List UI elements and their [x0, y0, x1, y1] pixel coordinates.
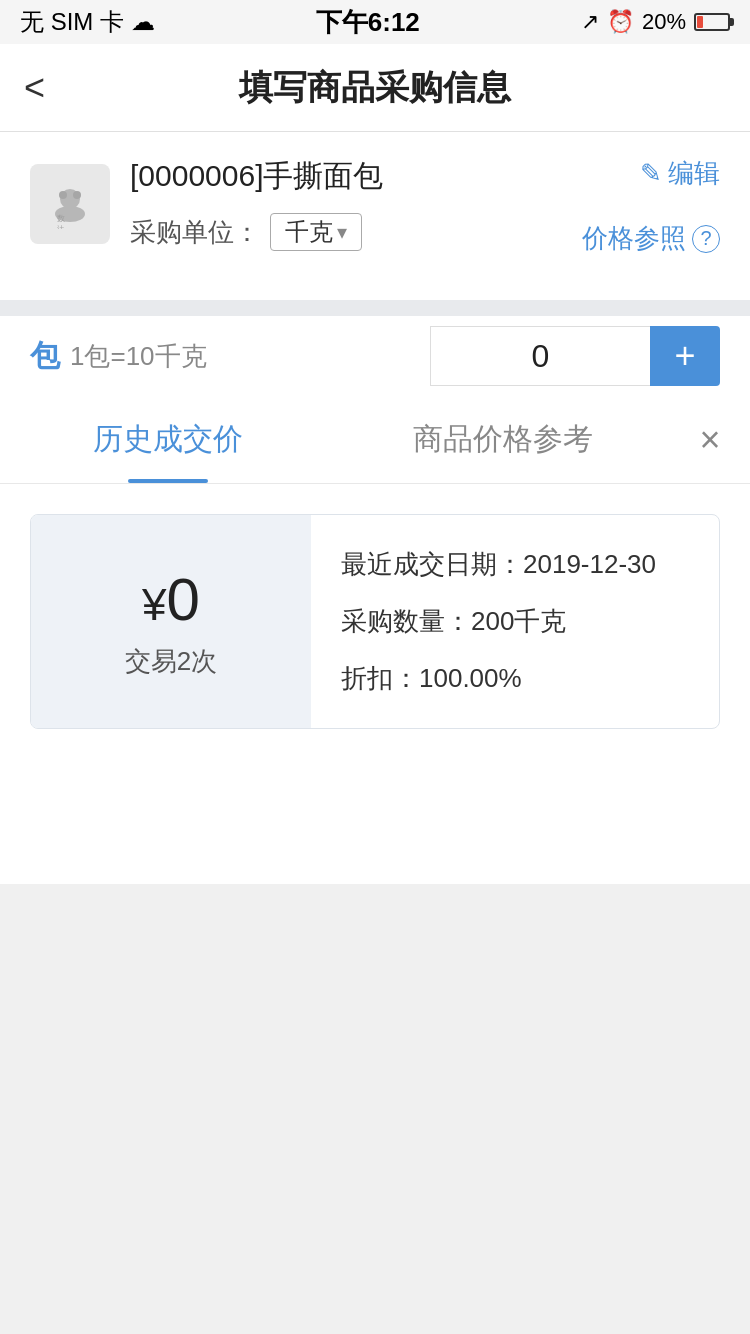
product-card: 数 计 [0000006]手撕面包 采购单位： 千克 ▾ ✎ 编辑: [0, 132, 750, 300]
product-top: 数 计 [0000006]手撕面包 采购单位： 千克 ▾ ✎ 编辑: [30, 156, 720, 256]
quantity-row: 包 1包=10千克 0 +: [0, 316, 750, 396]
last-date-row: 最近成交日期：2019-12-30: [341, 545, 689, 584]
page-title: 填写商品采购信息: [239, 65, 511, 111]
svg-text:数: 数: [57, 214, 65, 223]
edit-label: 编辑: [668, 156, 720, 191]
status-left: 无 SIM 卡 ☁: [20, 6, 155, 38]
discount-label: 折扣：: [341, 663, 419, 693]
product-unit-row: 采购单位： 千克 ▾: [130, 213, 383, 251]
discount-row: 折扣：100.00%: [341, 659, 689, 698]
unit-selector[interactable]: 千克 ▾: [270, 213, 362, 251]
tabs-section: 历史成交价 商品价格参考 × ¥0 交易2次 最近成交日期：2019-12-30…: [0, 396, 750, 884]
currency-symbol: ¥: [142, 580, 166, 629]
purchase-qty-row: 采购数量：200千克: [341, 602, 689, 641]
dropdown-arrow-icon: ▾: [337, 220, 347, 244]
price-card-left: ¥0 交易2次: [31, 515, 311, 728]
package-conversion: 1包=10千克: [70, 339, 207, 374]
tab-history-price[interactable]: 历史成交价: [0, 396, 335, 483]
svg-text:计: 计: [57, 225, 64, 229]
unit-value: 千克: [285, 216, 333, 248]
quantity-value: 0: [532, 338, 550, 375]
status-right: ↗ ⏰ 20%: [581, 9, 730, 35]
quantity-plus-button[interactable]: +: [650, 326, 720, 386]
tabs-header: 历史成交价 商品价格参考 ×: [0, 396, 750, 484]
svg-point-3: [73, 191, 81, 199]
tab-price-reference-label: 商品价格参考: [413, 419, 593, 460]
purchase-qty-label: 采购数量：: [341, 606, 471, 636]
location-icon: ↗: [581, 9, 599, 35]
quantity-label: 包 1包=10千克: [30, 336, 207, 377]
price-card-right: 最近成交日期：2019-12-30 采购数量：200千克 折扣：100.00%: [311, 515, 719, 728]
back-button[interactable]: <: [24, 67, 45, 109]
product-left: 数 计 [0000006]手撕面包 采购单位： 千克 ▾: [30, 156, 383, 251]
unit-label: 采购单位：: [130, 215, 260, 250]
product-info: [0000006]手撕面包 采购单位： 千克 ▾: [130, 156, 383, 251]
tab-history-price-label: 历史成交价: [93, 419, 243, 460]
tab-history-content: ¥0 交易2次 最近成交日期：2019-12-30 采购数量：200千克 折扣：…: [0, 484, 750, 884]
page-header: < 填写商品采购信息: [0, 44, 750, 132]
tab-close-button[interactable]: ×: [670, 419, 750, 461]
close-icon: ×: [699, 419, 720, 461]
last-date-value: 2019-12-30: [523, 549, 656, 579]
bottom-area: [0, 884, 750, 1334]
quantity-controls: 0 +: [430, 326, 720, 386]
sim-wifi-text: 无 SIM 卡 ☁: [20, 6, 155, 38]
edit-button[interactable]: ✎ 编辑: [640, 156, 720, 191]
price-amount: 0: [167, 566, 200, 633]
battery-percent: 20%: [642, 9, 686, 35]
product-image: 数 计: [30, 164, 110, 244]
alarm-icon: ⏰: [607, 9, 634, 35]
price-reference-button[interactable]: 价格参照 ?: [582, 221, 720, 256]
tab-price-reference[interactable]: 商品价格参考: [335, 396, 670, 483]
product-name: [0000006]手撕面包: [130, 156, 383, 197]
question-icon: ?: [692, 225, 720, 253]
product-actions: ✎ 编辑 价格参照 ?: [582, 156, 720, 256]
edit-icon: ✎: [640, 158, 662, 189]
trade-count: 交易2次: [125, 644, 217, 679]
discount-value: 100.00%: [419, 663, 522, 693]
status-time: 下午6:12: [316, 5, 420, 40]
status-bar: 无 SIM 卡 ☁ 下午6:12 ↗ ⏰ 20%: [0, 0, 750, 44]
purchase-qty-value: 200千克: [471, 606, 566, 636]
quantity-input[interactable]: 0: [430, 326, 650, 386]
svg-point-2: [59, 191, 67, 199]
separator: [0, 300, 750, 316]
price-display: ¥0: [142, 565, 200, 634]
package-icon: 包: [30, 336, 60, 377]
battery-icon: [694, 13, 730, 31]
price-card: ¥0 交易2次 最近成交日期：2019-12-30 采购数量：200千克 折扣：…: [30, 514, 720, 729]
last-date-label: 最近成交日期：: [341, 549, 523, 579]
price-ref-label: 价格参照: [582, 221, 686, 256]
